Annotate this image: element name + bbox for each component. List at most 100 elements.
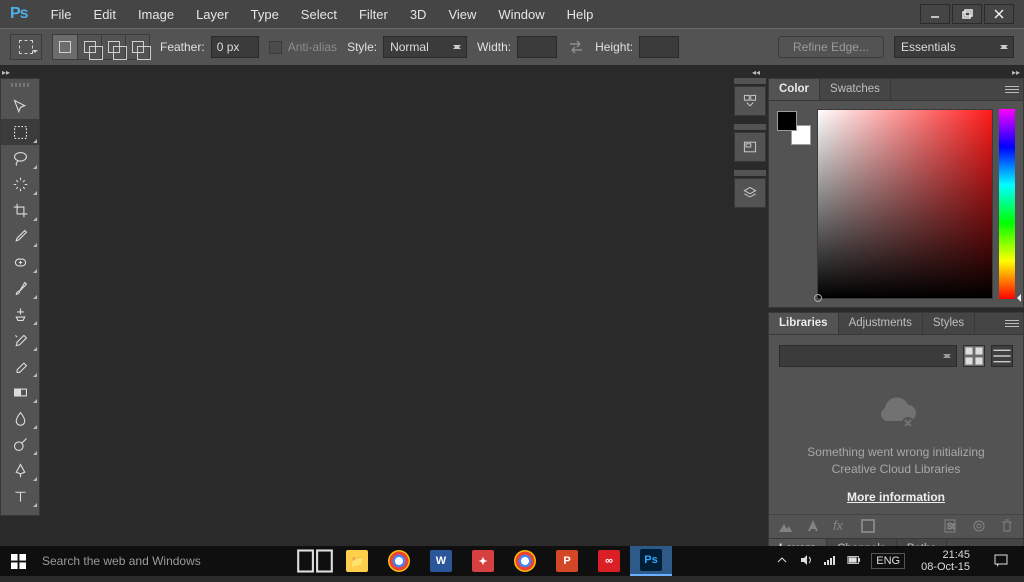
taskbar-chrome-2[interactable]: [504, 546, 546, 576]
width-input[interactable]: [517, 36, 557, 58]
healing-brush-tool[interactable]: [1, 249, 39, 275]
window-restore-button[interactable]: [952, 4, 982, 24]
tab-swatches[interactable]: Swatches: [820, 79, 891, 100]
menu-file[interactable]: File: [40, 1, 83, 28]
toolbox-grip[interactable]: [1, 83, 39, 89]
style-select[interactable]: Normal: [383, 36, 467, 58]
add-fg-color-icon[interactable]: [861, 519, 875, 533]
tray-chevron-up-icon[interactable]: [775, 553, 789, 570]
crop-tool[interactable]: [1, 197, 39, 223]
taskbar-chrome-1[interactable]: [378, 546, 420, 576]
properties-panel-icon[interactable]: [734, 132, 766, 162]
selection-subtract-button[interactable]: [101, 35, 125, 59]
type-tool[interactable]: [1, 483, 39, 509]
menu-layer[interactable]: Layer: [185, 1, 240, 28]
task-view-button[interactable]: [294, 546, 336, 576]
library-sync-icon[interactable]: [971, 518, 987, 534]
libraries-more-info-link[interactable]: More information: [847, 490, 945, 504]
tool-preset-picker[interactable]: [10, 34, 42, 60]
app-logo: Ps: [10, 5, 28, 23]
pen-tool[interactable]: [1, 457, 39, 483]
workspace-select[interactable]: Essentials: [894, 36, 1014, 58]
taskbar-creative-cloud[interactable]: ∞: [588, 546, 630, 576]
left-expand-icon[interactable]: ▸▸: [2, 68, 10, 77]
library-grid-view-button[interactable]: [963, 345, 985, 367]
taskbar-app-red[interactable]: ✦: [462, 546, 504, 576]
menu-window[interactable]: Window: [487, 1, 555, 28]
fg-bg-swatch[interactable]: [777, 111, 811, 145]
tray-battery-icon[interactable]: [847, 553, 861, 570]
taskbar-search[interactable]: Search the web and Windows: [36, 546, 286, 576]
antialias-checkbox[interactable]: [269, 41, 282, 54]
blur-tool[interactable]: [1, 405, 39, 431]
move-tool[interactable]: [1, 93, 39, 119]
menu-edit[interactable]: Edit: [83, 1, 127, 28]
libraries-footer: fx St: [769, 514, 1023, 538]
tab-styles[interactable]: Styles: [923, 313, 975, 334]
dock-expand-icon[interactable]: ◂◂: [752, 68, 760, 77]
window-minimize-button[interactable]: [920, 4, 950, 24]
menu-view[interactable]: View: [437, 1, 487, 28]
menu-select[interactable]: Select: [290, 1, 348, 28]
menu-help[interactable]: Help: [556, 1, 605, 28]
tray-volume-icon[interactable]: [799, 553, 813, 570]
tray-language[interactable]: ENG: [871, 553, 905, 569]
dock-grip-3[interactable]: [734, 170, 766, 176]
window-close-button[interactable]: [984, 4, 1014, 24]
menu-type[interactable]: Type: [240, 1, 290, 28]
dock-grip-2[interactable]: [734, 124, 766, 130]
dodge-tool[interactable]: [1, 431, 39, 457]
delete-icon[interactable]: [999, 518, 1015, 534]
libraries-panel-menu-icon[interactable]: [1005, 318, 1019, 328]
antialias-label: Anti-alias: [288, 40, 337, 54]
library-from-doc-icon[interactable]: St: [943, 518, 959, 534]
history-brush-tool[interactable]: [1, 327, 39, 353]
marquee-tool[interactable]: [1, 119, 39, 145]
library-select[interactable]: [779, 345, 957, 367]
hue-slider[interactable]: [999, 109, 1015, 299]
selection-add-button[interactable]: [77, 35, 101, 59]
selection-new-button[interactable]: [53, 35, 77, 59]
color-picker-field[interactable]: [817, 109, 993, 299]
layers-panel-icon[interactable]: [734, 178, 766, 208]
right-panels: Color Swatches Libraries Adjustments Sty…: [768, 78, 1024, 546]
swap-wh-icon[interactable]: [567, 38, 585, 56]
feather-input[interactable]: [211, 36, 259, 58]
menu-filter[interactable]: Filter: [348, 1, 399, 28]
add-graphic-icon[interactable]: [777, 518, 793, 534]
library-list-view-button[interactable]: [991, 345, 1013, 367]
add-layer-style-icon[interactable]: fx: [833, 518, 849, 534]
menu-3d[interactable]: 3D: [399, 1, 438, 28]
clone-stamp-tool[interactable]: [1, 301, 39, 327]
tray-network-icon[interactable]: [823, 553, 837, 570]
add-char-style-icon[interactable]: [805, 518, 821, 534]
action-center-button[interactable]: [986, 546, 1016, 576]
right-expand-icon[interactable]: ▸▸: [1012, 68, 1020, 77]
refine-edge-button[interactable]: Refine Edge...: [778, 36, 884, 58]
tab-libraries[interactable]: Libraries: [769, 313, 839, 334]
tray-clock[interactable]: 21:45 08-Oct-15: [915, 549, 976, 573]
width-label: Width:: [477, 40, 511, 54]
selection-intersect-button[interactable]: [125, 35, 149, 59]
taskbar-photoshop[interactable]: Ps: [630, 546, 672, 576]
height-input[interactable]: [639, 36, 679, 58]
foreground-color[interactable]: [777, 111, 797, 131]
start-button[interactable]: [0, 546, 36, 576]
eyedropper-tool[interactable]: [1, 223, 39, 249]
brush-tool[interactable]: [1, 275, 39, 301]
taskbar-word[interactable]: W: [420, 546, 462, 576]
magic-wand-tool[interactable]: [1, 171, 39, 197]
collapsed-dock: [734, 78, 766, 216]
color-panel-menu-icon[interactable]: [1005, 84, 1019, 94]
tab-color[interactable]: Color: [769, 79, 820, 100]
taskbar-powerpoint[interactable]: P: [546, 546, 588, 576]
tab-adjustments[interactable]: Adjustments: [839, 313, 923, 334]
lasso-tool[interactable]: [1, 145, 39, 171]
gradient-tool[interactable]: [1, 379, 39, 405]
history-panel-icon[interactable]: [734, 86, 766, 116]
menu-image[interactable]: Image: [127, 1, 185, 28]
selection-mode-group: [52, 34, 150, 60]
taskbar-file-explorer[interactable]: 📁: [336, 546, 378, 576]
eraser-tool[interactable]: [1, 353, 39, 379]
dock-grip[interactable]: [734, 78, 766, 84]
